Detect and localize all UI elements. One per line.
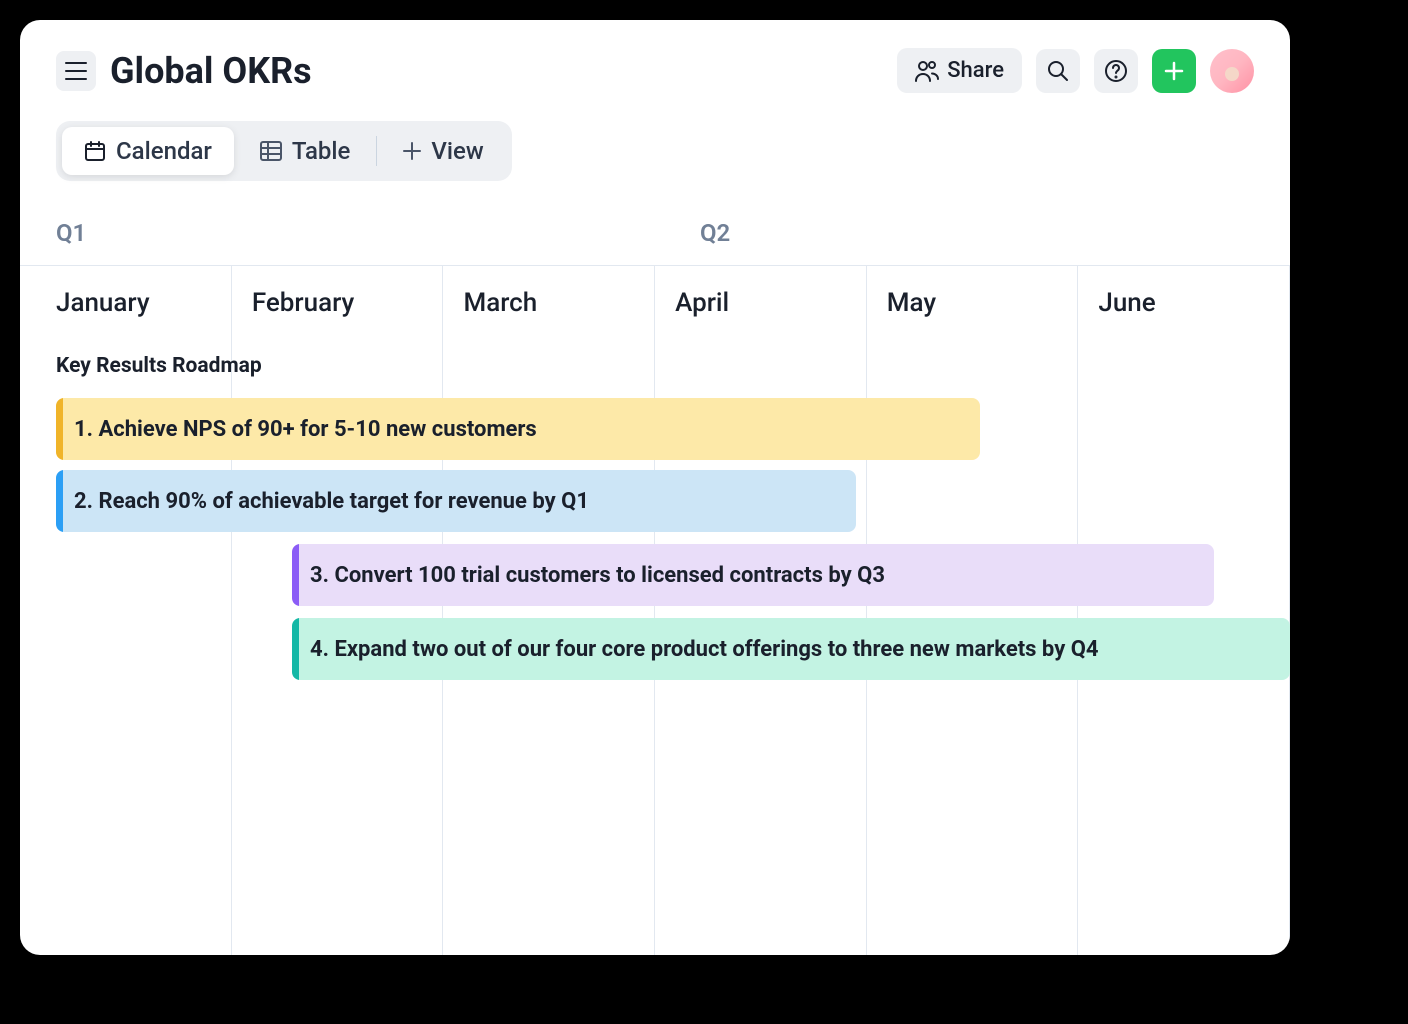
page-title: Global OKRs (110, 50, 312, 92)
topbar: Global OKRs Share (20, 20, 1290, 103)
roadmap-bar[interactable]: 2. Reach 90% of achievable target for re… (56, 470, 856, 532)
bar-label: 4. Expand two out of our four core produ… (310, 637, 1099, 662)
share-label: Share (947, 58, 1004, 83)
roadmap-bar[interactable]: 3. Convert 100 trial customers to licens… (292, 544, 1214, 606)
calendar-area: Q1 Q2 JanuaryFebruaryMarchAprilMayJune K… (20, 219, 1290, 955)
plus-icon (1164, 61, 1184, 81)
tab-table[interactable]: Table (238, 127, 372, 175)
month-header: February (232, 266, 444, 340)
help-icon (1104, 59, 1128, 83)
table-icon (260, 141, 282, 161)
quarter-label: Q2 (700, 219, 730, 247)
month-header: June (1078, 266, 1290, 340)
tab-calendar[interactable]: Calendar (62, 127, 234, 175)
bar-stripe (292, 544, 299, 606)
add-button[interactable] (1152, 49, 1196, 93)
menu-button[interactable] (56, 51, 96, 91)
tab-divider (376, 136, 377, 166)
tab-calendar-label: Calendar (116, 137, 212, 165)
month-header: January (20, 266, 232, 340)
share-button[interactable]: Share (897, 48, 1022, 93)
plus-icon (403, 142, 421, 160)
bar-stripe (56, 470, 63, 532)
add-view-button[interactable]: View (381, 127, 505, 175)
month-header: May (867, 266, 1079, 340)
search-button[interactable] (1036, 49, 1080, 93)
bar-label: 2. Reach 90% of achievable target for re… (74, 489, 589, 514)
month-header: April (655, 266, 867, 340)
roadmap-bar[interactable]: 1. Achieve NPS of 90+ for 5-10 new custo… (56, 398, 980, 460)
add-view-label: View (431, 137, 483, 165)
bar-label: 1. Achieve NPS of 90+ for 5-10 new custo… (74, 417, 537, 442)
help-button[interactable] (1094, 49, 1138, 93)
bar-stripe (56, 398, 63, 460)
search-icon (1047, 60, 1069, 82)
quarter-row: Q1 Q2 (20, 219, 1290, 265)
people-icon (915, 60, 939, 82)
month-row: JanuaryFebruaryMarchAprilMayJune (20, 265, 1290, 340)
tab-table-label: Table (292, 137, 350, 165)
hamburger-icon (65, 62, 87, 80)
quarter-label: Q1 (56, 219, 700, 247)
calendar-icon (84, 140, 106, 162)
month-header: March (443, 266, 655, 340)
bar-stripe (292, 618, 299, 680)
roadmap-bar[interactable]: 4. Expand two out of our four core produ… (292, 618, 1290, 680)
avatar[interactable] (1210, 49, 1254, 93)
app-window: Global OKRs Share Calendar Table View (20, 20, 1290, 955)
section-title: Key Results Roadmap (56, 354, 262, 378)
view-tabs: Calendar Table View (56, 121, 512, 181)
grid-area: Key Results Roadmap 1. Achieve NPS of 90+… (20, 340, 1290, 955)
bar-label: 3. Convert 100 trial customers to licens… (310, 563, 885, 588)
